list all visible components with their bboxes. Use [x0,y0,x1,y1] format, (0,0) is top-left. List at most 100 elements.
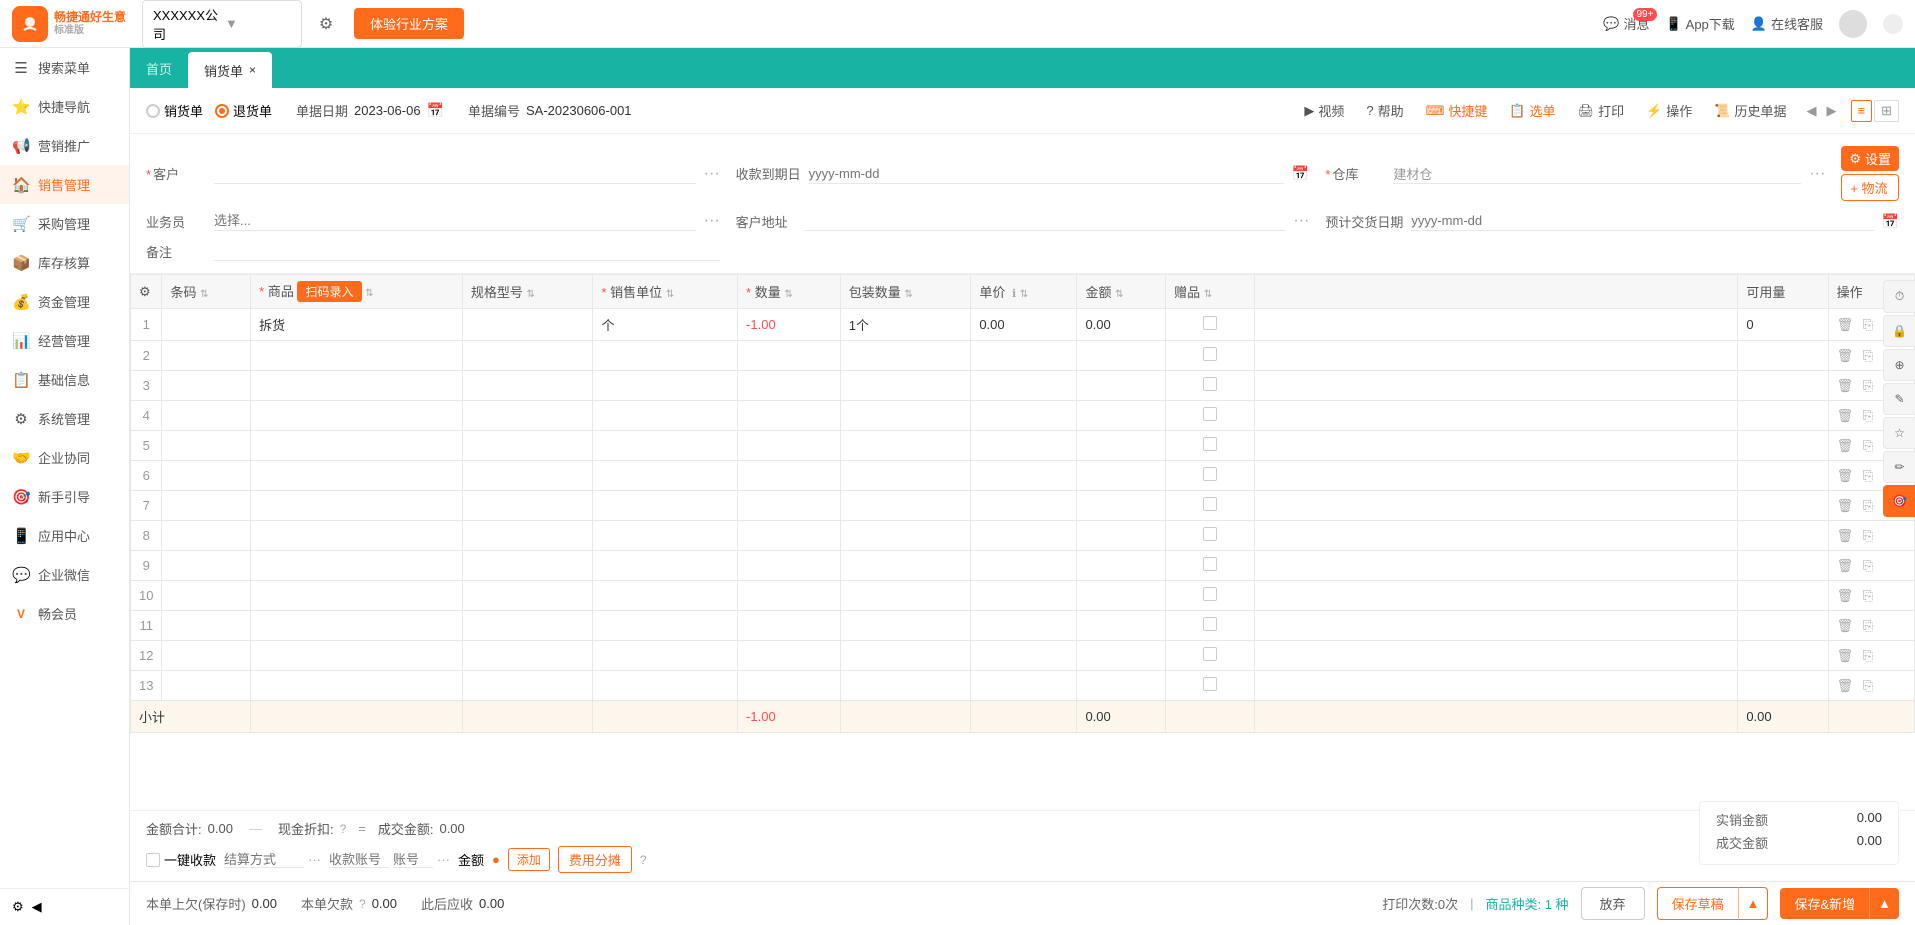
row-price-1[interactable] [971,341,1077,371]
account-input[interactable] [329,852,389,868]
sidebar-settings-icon[interactable]: ⚙ [12,899,24,915]
row-unit-2[interactable] [593,371,738,401]
row-copy-icon-12[interactable]: ⎘ [1863,678,1873,693]
row-pkgqty-8[interactable] [840,551,971,581]
row-price-7[interactable] [971,521,1077,551]
sidebar-item-purchase[interactable]: 🛒 采购管理 [0,204,129,243]
view-list-btn[interactable]: ≡ [1851,100,1873,122]
row-qty-1[interactable] [738,341,841,371]
row-pkgqty-3[interactable] [840,401,971,431]
row-amount-9[interactable] [1077,581,1166,611]
account-sub-input[interactable] [393,852,433,868]
row-unit-7[interactable] [593,521,738,551]
row-spec-4[interactable] [462,431,593,461]
due-date-input[interactable] [809,164,1284,184]
history-btn[interactable]: 📜 历史单据 [1708,98,1792,123]
th-pkgqty-sort[interactable]: ⇅ [904,289,912,300]
row-delete-icon-12[interactable]: 🗑 [1837,678,1854,693]
customer-addr-input[interactable] [804,211,1286,231]
row-pkgqty-5[interactable] [840,461,971,491]
th-gift-sort[interactable]: ⇅ [1204,289,1212,300]
row-price-0[interactable]: 0.00 [971,309,1077,341]
row-barcode-12[interactable] [162,671,251,701]
expense-help-icon[interactable]: ? [640,853,647,867]
row-barcode-3[interactable] [162,401,251,431]
row-amount-11[interactable] [1077,641,1166,671]
account-more[interactable]: ··· [437,852,450,867]
company-selector[interactable]: XXXXXX公司 ▼ [142,0,302,48]
sidebar-item-search-order[interactable]: ☰ 搜索菜单 [0,48,129,87]
sidebar-item-enterprise[interactable]: 🤝 企业协同 [0,438,129,477]
row-price-9[interactable] [971,581,1077,611]
sidebar-item-shortcut[interactable]: ⭐ 快捷导航 [0,87,129,126]
row-qty-2[interactable] [738,371,841,401]
row-amount-5[interactable] [1077,461,1166,491]
th-qty-sort[interactable]: ⇅ [784,289,792,300]
expense-btn[interactable]: 费用分摊 [558,846,632,873]
row-copy-icon-3[interactable]: ⎘ [1863,408,1873,423]
th-setting[interactable]: ⚙ [131,275,162,309]
row-qty-10[interactable] [738,611,841,641]
settings-gear-icon[interactable]: ⚙ [310,8,342,40]
row-pkgqty-9[interactable] [840,581,971,611]
row-copy-icon-9[interactable]: ⎘ [1863,588,1873,603]
row-price-11[interactable] [971,641,1077,671]
sidebar-item-sales[interactable]: 🏠 销售管理 [0,165,129,204]
row-copy-icon-6[interactable]: ⎘ [1863,498,1873,513]
row-delete-icon-4[interactable]: 🗑 [1837,438,1854,453]
shortcut-btn[interactable]: ⌨ 快捷键 [1420,98,1494,123]
row-spec-6[interactable] [462,491,593,521]
tab-sale-order[interactable]: 销货单 × [188,52,272,88]
row-copy-icon-0[interactable]: ⎘ [1863,317,1873,332]
row-pkgqty-0[interactable]: 1个 [840,309,971,341]
next-arrow[interactable]: ▶ [1823,101,1841,121]
discount-help-icon[interactable]: ? [340,822,347,836]
row-product-2[interactable] [251,371,463,401]
row-barcode-0[interactable] [162,309,251,341]
row-product-9[interactable] [251,581,463,611]
tab-home[interactable]: 首页 [130,48,188,88]
row-gift-11[interactable] [1166,641,1255,671]
row-qty-9[interactable] [738,581,841,611]
row-copy-icon-2[interactable]: ⎘ [1863,378,1873,393]
radio-sale[interactable]: 销货单 [146,101,203,120]
sidebar-item-guide[interactable]: 🎯 新手引导 [0,477,129,516]
row-unit-12[interactable] [593,671,738,701]
row-amount-7[interactable] [1077,521,1166,551]
due-date-calendar-icon[interactable]: 📅 [1292,165,1309,182]
sidebar-item-marketing[interactable]: 📢 营销推广 [0,126,129,165]
row-price-10[interactable] [971,611,1077,641]
row-gift-1[interactable] [1166,341,1255,371]
logistics-btn[interactable]: + 物流 [1841,174,1899,201]
row-pkgqty-4[interactable] [840,431,971,461]
row-delete-icon-0[interactable]: 🗑 [1837,317,1854,332]
row-unit-0[interactable]: 个 [593,309,738,341]
sidebar-item-appcenter[interactable]: 📱 应用中心 [0,516,129,555]
row-gift-3[interactable] [1166,401,1255,431]
row-unit-5[interactable] [593,461,738,491]
save-dropdown-btn[interactable]: ▲ [1869,888,1899,919]
message-btn[interactable]: 💬 消息 99+ [1603,14,1649,33]
row-delete-icon-11[interactable]: 🗑 [1837,648,1854,663]
app-download-btn[interactable]: 📱 App下载 [1665,14,1734,33]
row-barcode-11[interactable] [162,641,251,671]
row-copy-icon-4[interactable]: ⎘ [1863,438,1873,453]
save-btn[interactable]: 保存&新增 [1780,888,1869,919]
row-delete-icon-9[interactable]: 🗑 [1837,588,1854,603]
row-spec-9[interactable] [462,581,593,611]
row-pkgqty-7[interactable] [840,521,971,551]
float-btn-7[interactable]: 🎯 [1883,485,1915,517]
row-amount-6[interactable] [1077,491,1166,521]
row-pkgqty-6[interactable] [840,491,971,521]
staff-more-icon[interactable]: ··· [704,212,720,230]
row-spec-2[interactable] [462,371,593,401]
row-product-10[interactable] [251,611,463,641]
row-product-0[interactable]: 拆货 [251,309,463,341]
view-grid-btn[interactable]: ⊞ [1874,100,1899,122]
row-barcode-4[interactable] [162,431,251,461]
tab-close-icon[interactable]: × [249,63,256,77]
row-delete-icon-6[interactable]: 🗑 [1837,498,1854,513]
th-amount-sort[interactable]: ⇅ [1115,289,1123,300]
draft-dropdown-btn[interactable]: ▲ [1738,887,1769,920]
row-copy-icon-1[interactable]: ⎘ [1863,348,1873,363]
